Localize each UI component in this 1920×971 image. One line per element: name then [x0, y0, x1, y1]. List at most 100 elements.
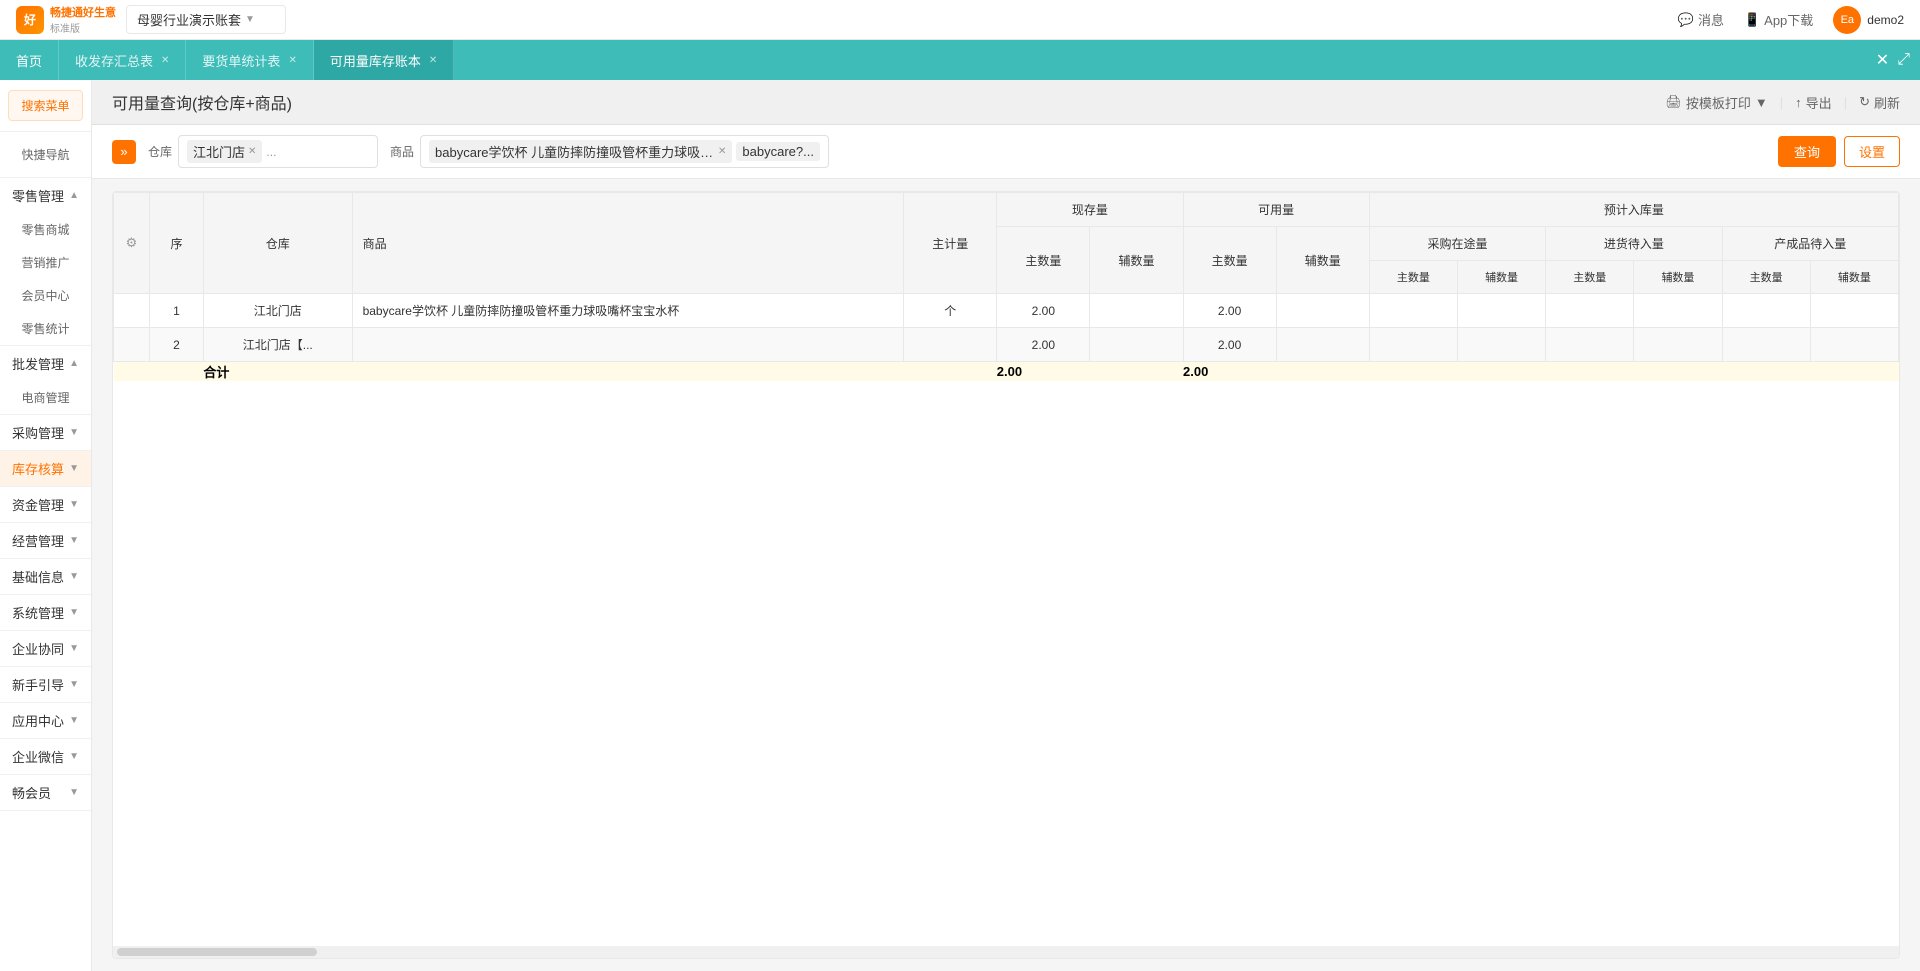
th-purchase-sub: 辅数量 [1457, 261, 1545, 294]
table-empty-space [113, 381, 1899, 946]
sidebar-section-member-header[interactable]: 畅会员 ▼ [0, 775, 91, 810]
td-stock-sub [1090, 294, 1183, 328]
filter-product-tag-0: babycare学饮杯 儿童防摔防撞吸管杯重力球吸嘴杯宝宝水杯 ✕ [429, 140, 732, 163]
td-no: 1 [150, 294, 204, 328]
th-incoming-sub: 辅数量 [1634, 261, 1722, 294]
th-available-main: 主数量 [1183, 227, 1276, 294]
filter-expand-button[interactable]: » [112, 140, 136, 164]
filter-product-tag-1: babycare?... [736, 142, 820, 161]
refresh-icon: ↻ [1859, 94, 1870, 110]
filter-warehouse-input[interactable]: 江北门店 ✕ ... [178, 135, 378, 168]
sidebar-section-inventory-header[interactable]: 库存核算 ▼ [0, 451, 91, 486]
sidebar-section-purchase-header[interactable]: 采购管理 ▼ [0, 415, 91, 450]
th-stock-sub: 辅数量 [1090, 227, 1183, 294]
sidebar-section-operations-header[interactable]: 经营管理 ▼ [0, 523, 91, 558]
footer-label: 合计 [203, 362, 996, 382]
tab-receipts[interactable]: 收发存汇总表 ✕ [59, 40, 186, 80]
user-area[interactable]: Ea demo2 [1833, 6, 1904, 34]
sidebar-section-retail-header[interactable]: 零售管理 ▲ [0, 178, 91, 213]
tab-available-stock[interactable]: 可用量库存账本 ✕ [314, 40, 454, 80]
sidebar-section-wholesale-header[interactable]: 批发管理 ▲ [0, 346, 91, 381]
chevron-icon: ▼ [69, 571, 79, 582]
filter-product-label: 商品 [390, 143, 414, 160]
print-button[interactable]: 🖨 按模板打印 ▼ [1665, 93, 1767, 112]
expand-icon[interactable]: ⤢ [1897, 51, 1910, 69]
td-warehouse: 江北门店 [203, 294, 352, 328]
sidebar-section-collab-header[interactable]: 企业协同 ▼ [0, 631, 91, 666]
table-row: 2 江北门店【... 2.00 2.00 [114, 328, 1899, 362]
logo-area: 好 畅捷通好生意 标准版 [16, 4, 116, 35]
chevron-icon: ▼ [69, 427, 79, 438]
sidebar-section-apps-header[interactable]: 应用中心 ▼ [0, 703, 91, 738]
table-row: 1 江北门店 babycare学饮杯 儿童防摔防撞吸管杯重力球吸嘴杯宝宝水杯 个… [114, 294, 1899, 328]
td-incoming-main [1546, 328, 1634, 362]
td-purchase-sub [1457, 294, 1545, 328]
page-header: 可用量查询(按仓库+商品) 🖨 按模板打印 ▼ | ↑ 导出 | ↻ 刷新 [92, 80, 1920, 125]
settings-button[interactable]: 设置 [1844, 136, 1900, 167]
th-no: 序 [150, 193, 204, 294]
export-button[interactable]: ↑ 导出 [1795, 93, 1832, 112]
sidebar-section-inventory: 库存核算 ▼ [0, 451, 91, 487]
tab-order-stats-close[interactable]: ✕ [288, 55, 296, 66]
sidebar-section-basic: 基础信息 ▼ [0, 559, 91, 595]
sidebar-section-member: 畅会员 ▼ [0, 775, 91, 811]
td-product-sub [1810, 294, 1898, 328]
sidebar-section-wechat: 企业微信 ▼ [0, 739, 91, 775]
sidebar-item-retail-mall[interactable]: 零售商城 [0, 213, 91, 246]
sidebar-section-wechat-header[interactable]: 企业微信 ▼ [0, 739, 91, 774]
sidebar-section-finance-header[interactable]: 资金管理 ▼ [0, 487, 91, 522]
sidebar-section-system: 系统管理 ▼ [0, 595, 91, 631]
sidebar-item-ecommerce[interactable]: 电商管理 [0, 381, 91, 414]
sidebar-section-system-header[interactable]: 系统管理 ▼ [0, 595, 91, 630]
col-settings-icon[interactable]: ⚙ [126, 235, 138, 250]
sidebar-section-newbie-header[interactable]: 新手引导 ▼ [0, 667, 91, 702]
chevron-icon: ▲ [69, 190, 79, 201]
td-incoming-main [1546, 294, 1634, 328]
sidebar-item-quick-nav[interactable]: 快捷导航 [0, 138, 91, 171]
query-button[interactable]: 查询 [1778, 136, 1836, 167]
sidebar-section-newbie: 新手引导 ▼ [0, 667, 91, 703]
filter-warehouse-label: 仓库 [148, 143, 172, 160]
tab-order-stats[interactable]: 要货单统计表 ✕ [186, 40, 313, 80]
th-purchase-main: 主数量 [1369, 261, 1457, 294]
sidebar-section-retail: 零售管理 ▲ 零售商城 营销推广 会员中心 零售统计 [0, 178, 91, 346]
sidebar-section-wholesale: 批发管理 ▲ 电商管理 [0, 346, 91, 415]
tab-receipts-close[interactable]: ✕ [161, 55, 169, 66]
sidebar-section-apps: 应用中心 ▼ [0, 703, 91, 739]
td-product [352, 328, 904, 362]
close-all-tabs-icon[interactable]: ✕ [1876, 50, 1889, 70]
filter-warehouse-more[interactable]: ... [266, 145, 276, 159]
remove-product-tag-0[interactable]: ✕ [718, 146, 726, 157]
chevron-down-icon: ▼ [1755, 95, 1768, 110]
td-product-sub [1810, 328, 1898, 362]
chevron-icon: ▼ [69, 499, 79, 510]
tab-available-stock-close[interactable]: ✕ [429, 55, 437, 66]
sidebar-item-retail-stats[interactable]: 零售统计 [0, 312, 91, 345]
sidebar-search: 搜索菜单 [0, 80, 91, 132]
table-footer-row: 合计 2.00 2.00 [114, 362, 1899, 382]
tab-home[interactable]: 首页 [0, 40, 59, 80]
top-bar-left: 好 畅捷通好生意 标准版 母婴行业演示账套 ▼ [16, 4, 286, 35]
remove-warehouse-tag[interactable]: ✕ [248, 146, 256, 157]
tab-bar-actions: ✕ ⤢ [1876, 40, 1920, 80]
th-unit: 主计量 [904, 193, 997, 294]
scroll-thumb[interactable] [117, 948, 317, 956]
th-settings: ⚙ [114, 193, 150, 294]
chevron-icon: ▼ [69, 643, 79, 654]
filter-warehouse-group: 仓库 江北门店 ✕ ... [148, 135, 378, 168]
filter-product-input[interactable]: babycare学饮杯 儿童防摔防撞吸管杯重力球吸嘴杯宝宝水杯 ✕ babyca… [420, 135, 829, 168]
table-scrollbar[interactable] [113, 946, 1899, 958]
search-menu-button[interactable]: 搜索菜单 [8, 90, 83, 121]
td-product: babycare学饮杯 儿童防摔防撞吸管杯重力球吸嘴杯宝宝水杯 [352, 294, 904, 328]
th-product: 商品 [352, 193, 904, 294]
sidebar-item-member-center[interactable]: 会员中心 [0, 279, 91, 312]
sidebar-item-marketing[interactable]: 营销推广 [0, 246, 91, 279]
refresh-button[interactable]: ↻ 刷新 [1859, 93, 1900, 112]
message-button[interactable]: 💬 消息 [1678, 10, 1724, 29]
app-download-button[interactable]: 📱 App下载 [1744, 10, 1813, 29]
table-header-row-1: ⚙ 序 仓库 商品 主计量 现存量 可用量 预计入库量 [114, 193, 1899, 227]
sidebar-section-basic-header[interactable]: 基础信息 ▼ [0, 559, 91, 594]
th-available-group: 可用量 [1183, 193, 1369, 227]
company-selector[interactable]: 母婴行业演示账套 ▼ [126, 5, 286, 34]
th-product-sub: 辅数量 [1810, 261, 1898, 294]
